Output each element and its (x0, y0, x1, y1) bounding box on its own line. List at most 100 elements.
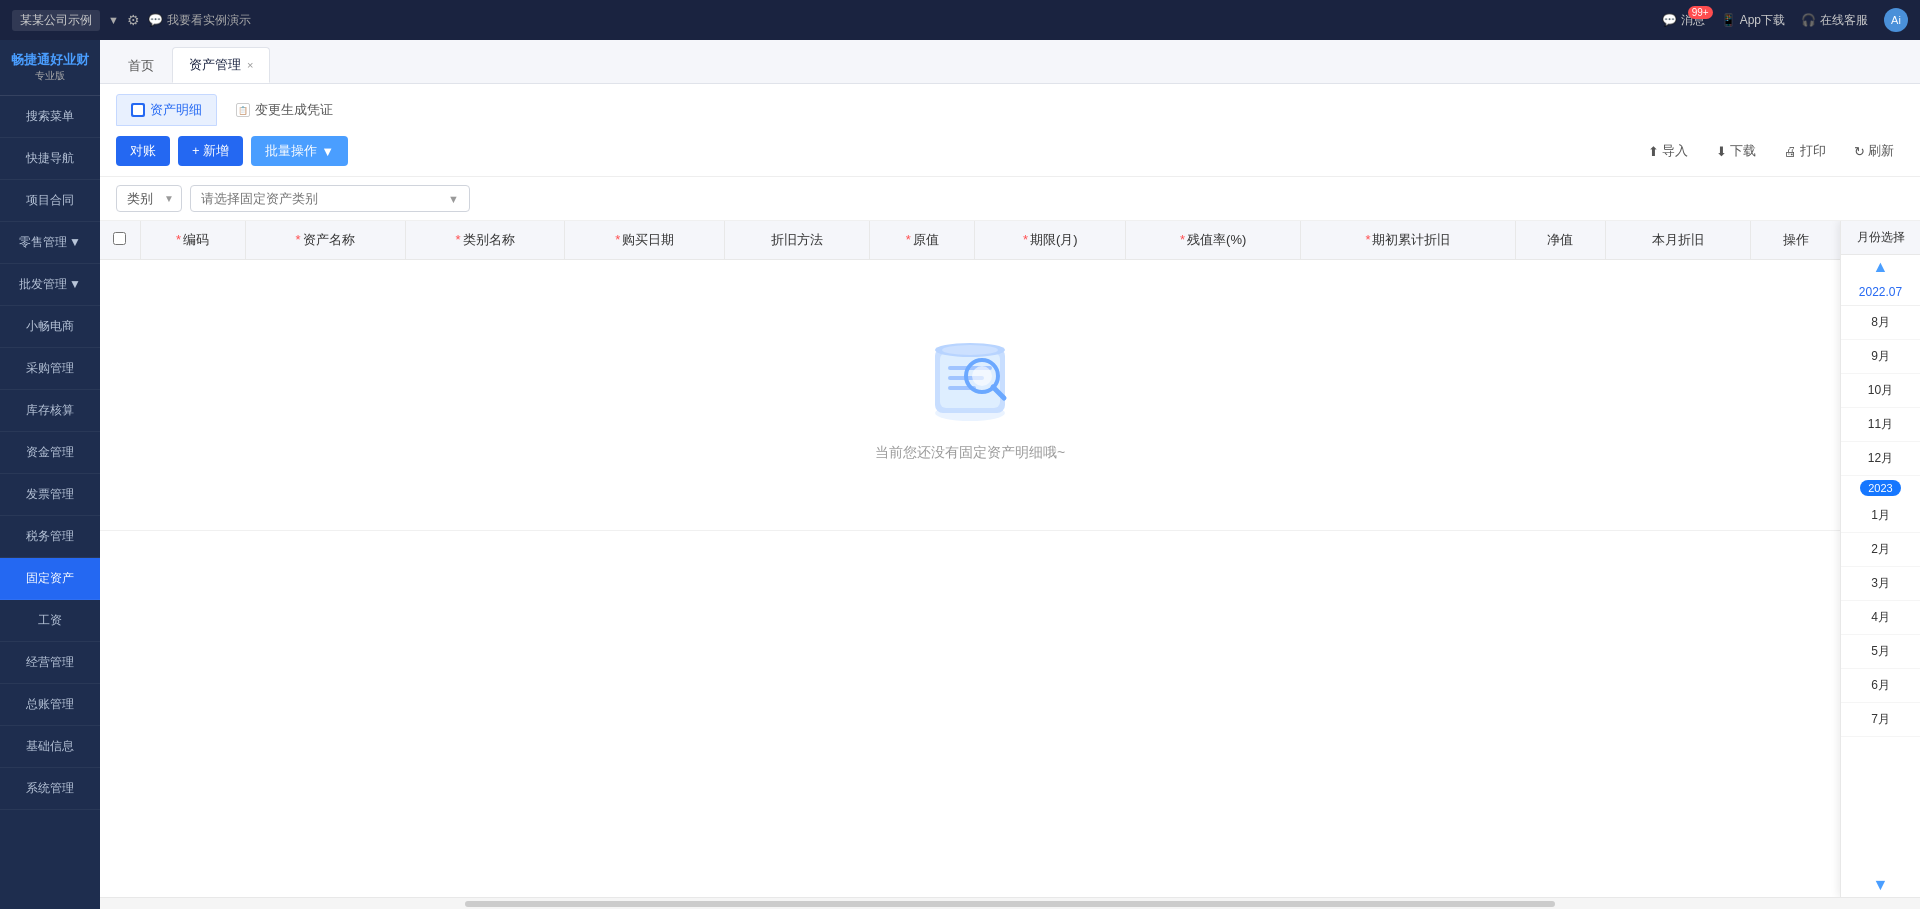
settings-icon[interactable]: ⚙ (127, 12, 140, 28)
sidebar-item-ecommerce[interactable]: 小畅电商 (0, 306, 100, 348)
col-code: 编码 (140, 221, 245, 260)
month-item-11[interactable]: 11月 (1841, 408, 1920, 442)
table-month-wrapper: 编码 资产名称 类别名称 购买日期 折旧方法 原值 期限(月) 残值率(%) 期… (100, 221, 1920, 897)
svg-point-8 (972, 366, 992, 386)
batch-dropdown-icon: ▼ (321, 144, 334, 159)
sidebar-item-basic-info[interactable]: 基础信息 (0, 726, 100, 768)
col-net-value: 净值 (1515, 221, 1605, 260)
demo-icon: 💬 (148, 13, 163, 27)
category-select[interactable]: 类别 (116, 185, 182, 212)
logo-sub: 专业版 (8, 69, 92, 83)
download-icon: ⬇ (1716, 144, 1727, 159)
logo-text: 畅捷通好业财 (8, 52, 92, 69)
sidebar-item-tax[interactable]: 税务管理 (0, 516, 100, 558)
demo-link[interactable]: 💬 我要看实例演示 (148, 12, 251, 29)
service-icon: 🎧 (1801, 13, 1816, 27)
sidebar-item-system[interactable]: 系统管理 (0, 768, 100, 810)
sidebar-item-fixed-assets[interactable]: 固定资产 (0, 558, 100, 600)
sub-tab-asset-detail[interactable]: 资产明细 (116, 94, 217, 126)
tab-asset-management[interactable]: 资产管理 × (172, 47, 270, 83)
import-button[interactable]: ⬆ 导入 (1638, 136, 1698, 166)
month-scroll-up-button[interactable]: ▲ (1873, 259, 1889, 275)
month-item-12[interactable]: 12月 (1841, 442, 1920, 476)
horizontal-scrollbar[interactable] (100, 897, 1920, 909)
col-period: 期限(月) (975, 221, 1126, 260)
month-item-2[interactable]: 2月 (1841, 533, 1920, 567)
batch-button[interactable]: 批量操作 ▼ (251, 136, 348, 166)
retail-arrow-icon: ▼ (69, 235, 81, 249)
sub-tabs: 资产明细 📋 变更生成凭证 (100, 84, 1920, 126)
month-item-8[interactable]: 8月 (1841, 306, 1920, 340)
sidebar-item-retail[interactable]: 零售管理 ▼ (0, 222, 100, 264)
month-item-1[interactable]: 1月 (1841, 499, 1920, 533)
sidebar-item-wholesale[interactable]: 批发管理 ▼ (0, 264, 100, 306)
tab-bar: 首页 资产管理 × (100, 40, 1920, 84)
month-item-3[interactable]: 3月 (1841, 567, 1920, 601)
sidebar-item-quick-nav[interactable]: 快捷导航 (0, 138, 100, 180)
content-area: 首页 资产管理 × 资产明细 📋 变更生成凭 (100, 40, 1920, 909)
user-avatar[interactable]: Ai (1884, 8, 1908, 32)
month-item-4[interactable]: 4月 (1841, 601, 1920, 635)
category-input-wrap[interactable]: ▼ (190, 185, 470, 212)
empty-illustration (910, 328, 1030, 428)
sidebar-item-payroll[interactable]: 工资 (0, 600, 100, 642)
month-item-10[interactable]: 10月 (1841, 374, 1920, 408)
sidebar-item-invoice[interactable]: 发票管理 (0, 474, 100, 516)
col-depreciation-method: 折旧方法 (725, 221, 870, 260)
app-icon: 📱 (1721, 13, 1736, 27)
category-filter-wrap: 类别 ▼ (116, 185, 182, 212)
download-button[interactable]: ⬇ 下载 (1706, 136, 1766, 166)
sub-tab-change-voucher[interactable]: 📋 变更生成凭证 (221, 94, 348, 126)
sidebar-item-purchase[interactable]: 采购管理 (0, 348, 100, 390)
toolbar-right: ⬆ 导入 ⬇ 下载 🖨 打印 ↻ 刷新 (1638, 136, 1904, 166)
message-button[interactable]: 💬 消息 99+ (1662, 12, 1705, 29)
select-all-checkbox[interactable] (113, 232, 126, 245)
month-scroll-down-button[interactable]: ▼ (1873, 877, 1889, 893)
month-panel-year[interactable]: 2022.07 (1841, 279, 1920, 306)
asset-detail-icon (131, 103, 145, 117)
category-input[interactable] (201, 191, 442, 206)
empty-text: 当前您还没有固定资产明细哦~ (875, 444, 1065, 462)
sidebar-item-operations[interactable]: 经营管理 (0, 642, 100, 684)
col-accumulated-depreciation: 期初累计折旧 (1301, 221, 1515, 260)
month-item-5[interactable]: 5月 (1841, 635, 1920, 669)
main-content: 资产明细 📋 变更生成凭证 对账 + 新增 批量操作 ▼ (100, 84, 1920, 909)
add-button[interactable]: + 新增 (178, 136, 243, 166)
month-panel: 月份选择 ▲ 2022.07 8月 9月 10月 11月 12月 2023 (1840, 221, 1920, 897)
month-item-7[interactable]: 7月 (1841, 703, 1920, 737)
print-button[interactable]: 🖨 打印 (1774, 136, 1836, 166)
message-icon: 💬 (1662, 13, 1677, 27)
sidebar-item-finance[interactable]: 资金管理 (0, 432, 100, 474)
month-item-6[interactable]: 6月 (1841, 669, 1920, 703)
change-voucher-icon: 📋 (236, 103, 250, 117)
sidebar-logo: 畅捷通好业财 专业版 (0, 40, 100, 96)
col-residual-rate: 残值率(%) (1126, 221, 1301, 260)
sidebar-item-project[interactable]: 项目合同 (0, 180, 100, 222)
table-wrap: 编码 资产名称 类别名称 购买日期 折旧方法 原值 期限(月) 残值率(%) 期… (100, 221, 1840, 897)
toolbar: 对账 + 新增 批量操作 ▼ ⬆ 导入 ⬇ 下载 🖨 (100, 126, 1920, 177)
empty-state: 当前您还没有固定资产明细哦~ (108, 268, 1832, 522)
sidebar-item-general-ledger[interactable]: 总账管理 (0, 684, 100, 726)
category-input-arrow-icon[interactable]: ▼ (448, 193, 459, 205)
tab-home[interactable]: 首页 (112, 49, 170, 83)
tab-close-button[interactable]: × (247, 59, 253, 71)
app-download-button[interactable]: 📱 App下载 (1721, 12, 1785, 29)
sidebar-item-inventory[interactable]: 库存核算 (0, 390, 100, 432)
online-service-button[interactable]: 🎧 在线客服 (1801, 12, 1868, 29)
company-dropdown-icon[interactable]: ▼ (108, 14, 119, 26)
top-bar-right: 💬 消息 99+ 📱 App下载 🎧 在线客服 Ai (1662, 8, 1908, 32)
top-bar-left: 某某公司示例 ▼ ⚙ 💬 我要看实例演示 (12, 10, 1654, 31)
year-2023-badge-wrap: 2023 (1841, 476, 1920, 499)
empty-state-cell: 当前您还没有固定资产明细哦~ (100, 260, 1840, 531)
month-item-9[interactable]: 9月 (1841, 340, 1920, 374)
sidebar-item-search[interactable]: 搜索菜单 (0, 96, 100, 138)
filter-bar: 类别 ▼ ▼ (100, 177, 1920, 221)
print-icon: 🖨 (1784, 144, 1797, 159)
main-layout: 畅捷通好业财 专业版 搜索菜单 快捷导航 项目合同 零售管理 ▼ 批发管理 ▼ … (0, 40, 1920, 909)
sidebar: 畅捷通好业财 专业版 搜索菜单 快捷导航 项目合同 零售管理 ▼ 批发管理 ▼ … (0, 40, 100, 909)
col-category-name: 类别名称 (405, 221, 565, 260)
refresh-button[interactable]: ↻ 刷新 (1844, 136, 1904, 166)
col-monthly-depreciation: 本月折旧 (1606, 221, 1751, 260)
company-selector[interactable]: 某某公司示例 (12, 10, 100, 31)
reconcile-button[interactable]: 对账 (116, 136, 170, 166)
